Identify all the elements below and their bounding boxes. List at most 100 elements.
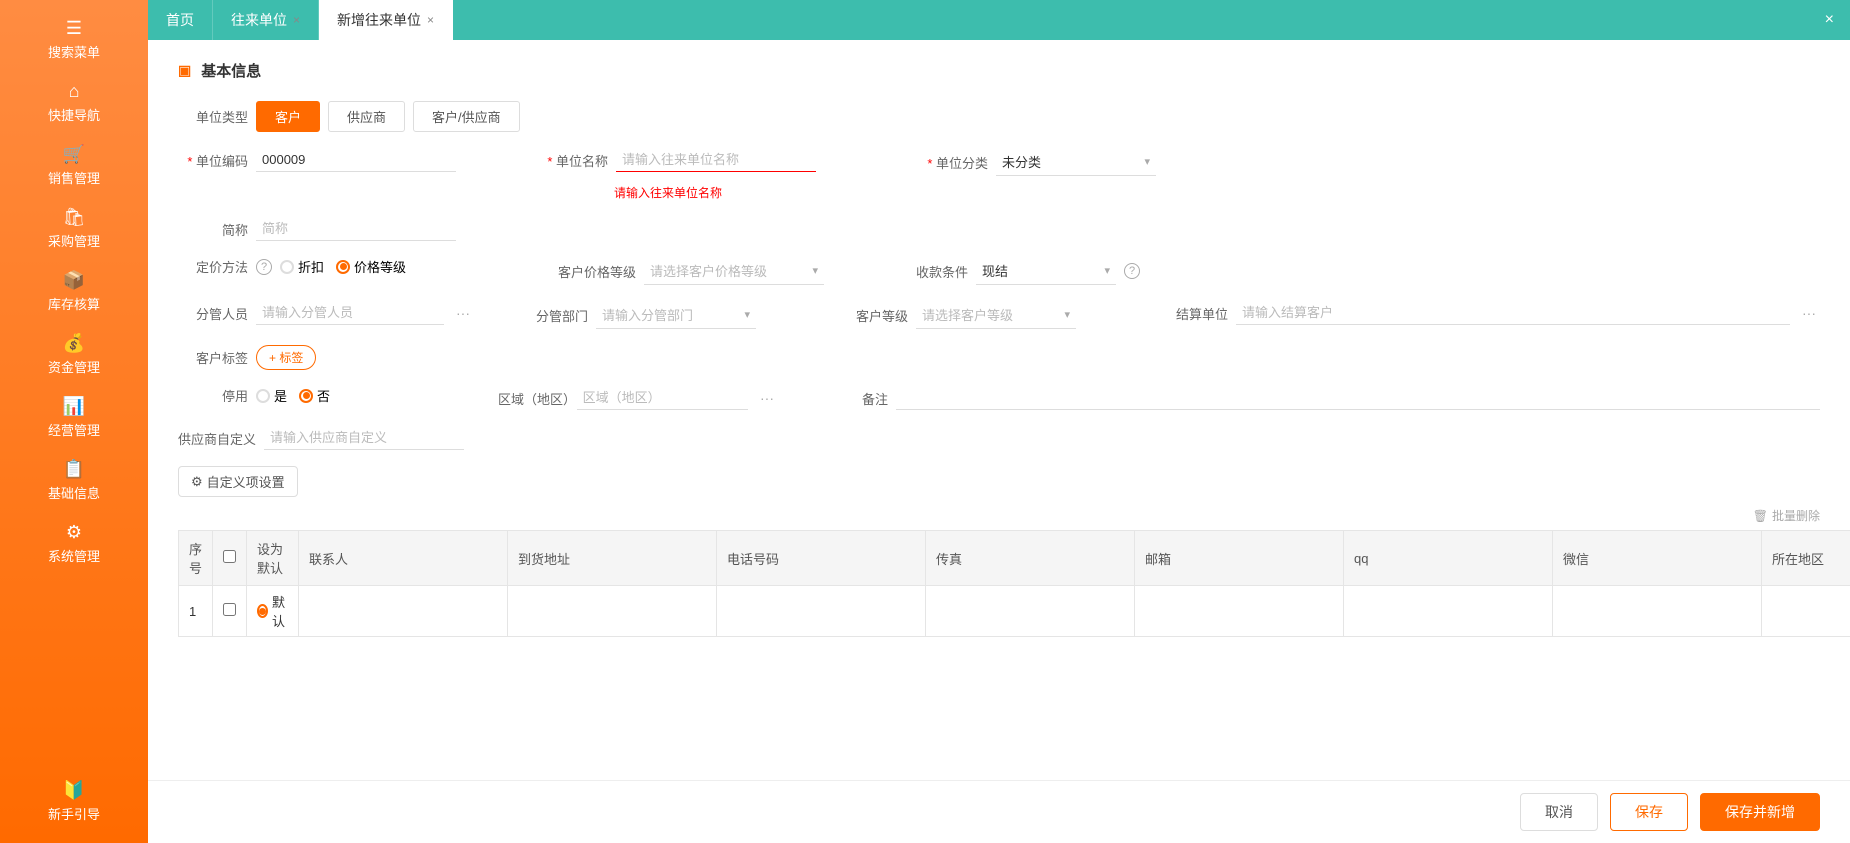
tab-home[interactable]: 首页 — [148, 0, 213, 40]
row-checkbox[interactable] — [213, 586, 247, 637]
manager-label: 分管人员 — [178, 304, 248, 323]
sidebar-item-search[interactable]: ☰ 搜索菜单 — [0, 8, 148, 71]
settlement-group: 结算单位 ··· — [1158, 301, 1820, 325]
sidebar-item-label: 经营管理 — [48, 420, 100, 439]
alias-group: 简称 — [178, 217, 498, 241]
disable-yes-label: 是 — [274, 386, 287, 405]
sidebar-item-inventory[interactable]: 📦 库存核算 — [0, 260, 148, 323]
row-fax[interactable] — [926, 586, 1135, 637]
row-email[interactable] — [1135, 586, 1344, 637]
row-wechat[interactable] — [1553, 586, 1762, 637]
col-region: 所在地区 — [1762, 531, 1850, 586]
pricing-help-icon[interactable]: ? — [256, 259, 272, 275]
tab-new-partner-close[interactable]: × — [427, 13, 434, 27]
customer-level-placeholder: 请选择客户等级 — [922, 305, 1013, 324]
customer-level-arrow: ▾ — [1064, 308, 1070, 321]
pricing-row: 定价方法 ? 折扣 价格等级 客户价格等级 请选择客户价格等级 — [178, 257, 1820, 285]
customer-level-group: 客户等级 请选择客户等级 ▾ — [838, 301, 1118, 329]
pricing-price-level-radio-circle — [336, 260, 350, 274]
sidebar-item-basic-info[interactable]: 📋 基础信息 — [0, 449, 148, 512]
search-menu-icon: ☰ — [66, 18, 82, 39]
row-contact[interactable] — [299, 586, 508, 637]
basic-info-icon: 📋 — [63, 459, 85, 480]
col-phone: 电话号码 — [717, 531, 926, 586]
sidebar-bottom: 🔰 新手引导 — [0, 770, 148, 843]
alias-label: 简称 — [178, 220, 248, 239]
unit-code-input[interactable] — [256, 148, 456, 172]
tab-partner[interactable]: 往来单位 × — [213, 0, 319, 40]
unit-type-supplier-btn[interactable]: 供应商 — [328, 101, 405, 132]
disable-yes-radio[interactable]: 是 — [256, 386, 287, 405]
remark-input[interactable] — [896, 386, 1820, 410]
col-wechat: 微信 — [1553, 531, 1762, 586]
save-button[interactable]: 保存 — [1610, 793, 1688, 831]
finance-icon: 💰 — [63, 333, 85, 354]
customer-price-arrow: ▾ — [812, 264, 818, 277]
col-seq: 序号 — [179, 531, 213, 586]
sidebar-item-quick-nav[interactable]: ⌂ 快捷导航 — [0, 71, 148, 134]
select-all-checkbox[interactable] — [223, 550, 236, 563]
sidebar-item-operation[interactable]: 📊 经营管理 — [0, 386, 148, 449]
disable-no-radio[interactable]: 否 — [299, 386, 330, 405]
save-new-button[interactable]: 保存并新增 — [1700, 793, 1820, 831]
custom-settings-button[interactable]: ⚙ 自定义项设置 — [178, 466, 298, 497]
add-tag-button[interactable]: + 标签 — [256, 345, 316, 370]
unit-category-select[interactable]: 未分类 ▾ — [996, 148, 1156, 176]
row-region[interactable] — [1762, 586, 1850, 637]
batch-delete-label: 批量删除 — [1772, 507, 1820, 524]
department-select[interactable]: 请输入分管部门 ▾ — [596, 301, 756, 329]
unit-type-customer-btn[interactable]: 客户 — [256, 101, 320, 132]
manager-input[interactable] — [256, 301, 444, 325]
pricing-discount-label: 折扣 — [298, 257, 324, 276]
sidebar-item-label: 采购管理 — [48, 231, 100, 250]
customer-level-select[interactable]: 请选择客户等级 ▾ — [916, 301, 1076, 329]
payment-help-icon[interactable]: ? — [1124, 263, 1140, 279]
unit-type-both-btn[interactable]: 客户/供应商 — [413, 101, 520, 132]
payment-terms-select[interactable]: 现结 ▾ — [976, 257, 1116, 285]
remark-label: 备注 — [818, 389, 888, 408]
region-more-btn[interactable]: ··· — [756, 390, 778, 406]
unit-category-label: 单位分类 — [918, 153, 988, 172]
code-name-category-row: 单位编码 单位名称 请输入往来单位名称 单位分类 未分类 ▾ — [178, 148, 1820, 201]
disable-group: 停用 是 否 — [178, 386, 458, 405]
default-label: 默认 — [272, 592, 288, 630]
pricing-radio-group: 折扣 价格等级 — [280, 257, 406, 276]
tab-partner-close[interactable]: × — [293, 13, 300, 27]
batch-delete-button[interactable]: 🗑 批量删除 — [1753, 507, 1820, 524]
customer-price-group: 客户价格等级 请选择客户价格等级 ▾ — [558, 257, 858, 285]
disable-label: 停用 — [178, 386, 248, 405]
row-qq[interactable] — [1344, 586, 1553, 637]
unit-type-buttons: 客户 供应商 客户/供应商 — [256, 101, 520, 132]
sidebar-item-sales[interactable]: 🛒 销售管理 — [0, 134, 148, 197]
sidebar-item-system[interactable]: ⚙ 系统管理 — [0, 512, 148, 575]
pricing-discount-radio[interactable]: 折扣 — [280, 257, 324, 276]
purchase-icon: 🛍 — [63, 207, 86, 228]
alias-input[interactable] — [256, 217, 456, 241]
pricing-price-level-radio[interactable]: 价格等级 — [336, 257, 406, 276]
region-label: 区域（地区） — [498, 389, 569, 408]
row-phone[interactable] — [717, 586, 926, 637]
row-select-checkbox[interactable] — [223, 603, 236, 616]
window-close-button[interactable]: × — [1809, 0, 1850, 40]
supplier-custom-input[interactable] — [264, 426, 464, 450]
customer-price-select[interactable]: 请选择客户价格等级 ▾ — [644, 257, 824, 285]
cancel-button[interactable]: 取消 — [1520, 793, 1598, 831]
settlement-more-btn[interactable]: ··· — [1798, 305, 1820, 321]
sidebar-item-label: 搜索菜单 — [48, 42, 100, 61]
default-radio-circle — [257, 604, 268, 618]
settlement-input[interactable] — [1236, 301, 1790, 325]
manager-more-btn[interactable]: ··· — [452, 305, 474, 321]
sidebar-item-label: 快捷导航 — [48, 105, 100, 124]
unit-category-group: 单位分类 未分类 ▾ — [918, 148, 1820, 176]
region-input[interactable] — [577, 386, 748, 410]
col-checkbox[interactable] — [213, 531, 247, 586]
tab-home-label: 首页 — [166, 10, 194, 30]
row-delivery[interactable] — [508, 586, 717, 637]
tags-row: 客户标签 + 标签 — [178, 345, 1820, 370]
default-radio[interactable]: 默认 — [257, 592, 288, 630]
unit-name-input[interactable] — [616, 148, 816, 172]
tab-new-partner[interactable]: 新增往来单位 × — [319, 0, 453, 40]
sidebar-item-guide[interactable]: 🔰 新手引导 — [0, 770, 148, 833]
sidebar-item-finance[interactable]: 💰 资金管理 — [0, 323, 148, 386]
sidebar-item-purchase[interactable]: 🛍 采购管理 — [0, 197, 148, 260]
